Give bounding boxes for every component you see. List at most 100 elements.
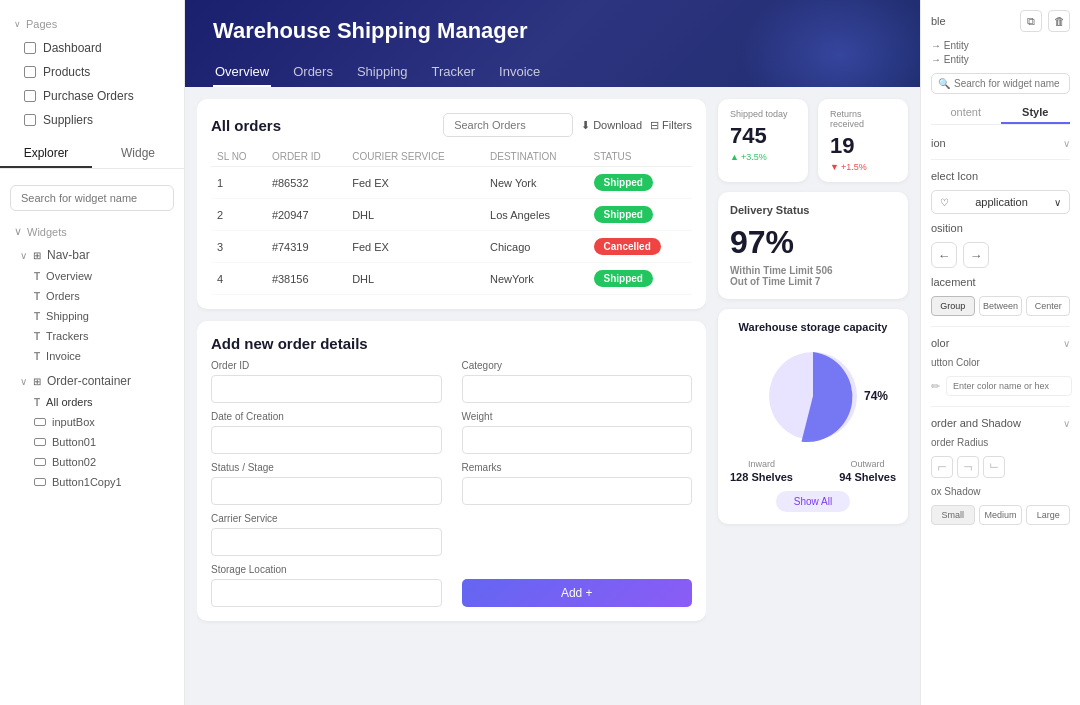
copy-button[interactable]: ⧉: [1020, 10, 1042, 32]
order-container-section[interactable]: ∨ ⊞ Order-container: [0, 370, 184, 392]
tab-content[interactable]: ontent: [931, 102, 1001, 124]
cell-destination: NewYork: [484, 263, 587, 295]
orders-table: Sl No ORDER ID COURIER SERVICE DESTINATI…: [211, 147, 692, 295]
shadow-medium[interactable]: Medium: [979, 505, 1023, 525]
show-all-button[interactable]: Show All: [776, 491, 850, 512]
tree-button01[interactable]: Button01: [0, 432, 184, 452]
col-slno: Sl No: [211, 147, 266, 167]
arrow-right-button[interactable]: →: [963, 242, 989, 268]
tree-invoice[interactable]: T Invoice: [0, 346, 184, 366]
all-orders-header: All orders ⬇ Download ⊟ Filters: [211, 113, 692, 137]
shadow-small[interactable]: Small: [931, 505, 975, 525]
tree-button02[interactable]: Button02: [0, 452, 184, 472]
delivery-card: Delivery Status 97% Within Time Limit 50…: [718, 192, 908, 299]
widgets-section: ∨ Widgets: [0, 219, 184, 244]
entity-links: → Entity → Entity: [931, 40, 1070, 65]
form-category: Category: [462, 360, 693, 403]
center-button[interactable]: Center: [1026, 296, 1070, 316]
sidebar: ∨ Pages Dashboard Products Purchase Orde…: [0, 0, 185, 705]
heart-icon: ♡: [940, 197, 949, 208]
download-icon: ⬇: [581, 119, 590, 132]
sidebar-tabs: Explorer Widge: [0, 140, 184, 169]
nav-bar-section[interactable]: ∨ ⊞ Nav-bar: [0, 244, 184, 266]
search-widget-input[interactable]: [10, 185, 174, 211]
tab-style[interactable]: Style: [1001, 102, 1071, 124]
chevron-icon: ∨: [1063, 138, 1070, 149]
cell-orderid: #20947: [266, 199, 346, 231]
cell-orderid: #74319: [266, 231, 346, 263]
pages-section[interactable]: ∨ Pages: [0, 12, 184, 36]
input-remarks[interactable]: [462, 477, 693, 505]
rp-top-row: ble ⧉ 🗑: [931, 10, 1070, 32]
cell-courier: DHL: [346, 263, 484, 295]
form-carrier-service: Carrier Service: [211, 513, 442, 556]
cell-status: Shipped: [588, 263, 692, 295]
color-input-row: ✏: [931, 376, 1070, 396]
add-button[interactable]: Add +: [462, 579, 693, 607]
warehouse-card: Warehouse storage capacity 74% Inward 12…: [718, 309, 908, 524]
sidebar-item-dashboard[interactable]: Dashboard: [0, 36, 184, 60]
icon-select[interactable]: ♡ application ∨: [931, 190, 1070, 214]
nav-shipping[interactable]: Shipping: [355, 58, 410, 87]
t-icon-shipping: T: [34, 311, 40, 322]
tree-trackers[interactable]: T Trackers: [0, 326, 184, 346]
nav-tracker[interactable]: Tracker: [430, 58, 478, 87]
suppliers-icon: [24, 114, 36, 126]
search-orders-input[interactable]: [443, 113, 573, 137]
tree-orders[interactable]: T Orders: [0, 286, 184, 306]
input-carrier-service[interactable]: [211, 528, 442, 556]
nav-bar-icon: ⊞: [33, 250, 41, 261]
app-title: Warehouse Shipping Manager: [213, 18, 892, 44]
arrow-left-button[interactable]: ←: [931, 242, 957, 268]
add-order-title: Add new order details: [211, 335, 692, 352]
form-storage-location: Storage Location: [211, 564, 442, 607]
download-button[interactable]: ⬇ Download: [581, 119, 642, 132]
rp-tabs: ontent Style: [931, 102, 1070, 125]
group-button[interactable]: Group: [931, 296, 975, 316]
order-container-icon: ⊞: [33, 376, 41, 387]
form-order-id: Order ID: [211, 360, 442, 403]
shadow-large[interactable]: Large: [1026, 505, 1070, 525]
input-storage-location[interactable]: [211, 579, 442, 607]
between-button[interactable]: Between: [979, 296, 1023, 316]
tree-inputbox[interactable]: inputBox: [0, 412, 184, 432]
pages-chevron: ∨: [14, 19, 21, 29]
sidebar-item-purchase-orders[interactable]: Purchase Orders: [0, 84, 184, 108]
stats-row-top: Shipped today 745 ▲ +3.5% Returns receiv…: [718, 99, 908, 182]
filters-button[interactable]: ⊟ Filters: [650, 119, 692, 132]
delete-button[interactable]: 🗑: [1048, 10, 1070, 32]
tab-widget[interactable]: Widge: [92, 140, 184, 168]
input-category[interactable]: [462, 375, 693, 403]
tree-all-orders[interactable]: T All orders: [0, 392, 184, 412]
input-date-creation[interactable]: [211, 426, 442, 454]
rp-icon-group: ⧉ 🗑: [1020, 10, 1070, 32]
color-input[interactable]: [946, 376, 1072, 396]
tree-shipping[interactable]: T Shipping: [0, 306, 184, 326]
dashboard-icon: [24, 42, 36, 54]
rp-search-input[interactable]: [954, 78, 1063, 89]
sidebar-item-products[interactable]: Products: [0, 60, 184, 84]
expand-border-icon: ∨: [1063, 418, 1070, 429]
col-orderid: ORDER ID: [266, 147, 346, 167]
br-tl[interactable]: ⌐: [931, 456, 953, 478]
inward-shelves: Inward 128 Shelves: [730, 459, 793, 483]
sidebar-item-suppliers[interactable]: Suppliers: [0, 108, 184, 132]
nav-overview[interactable]: Overview: [213, 58, 271, 87]
rect-icon-inputbox: [34, 418, 46, 426]
nav-orders[interactable]: Orders: [291, 58, 335, 87]
t-icon-trackers: T: [34, 331, 40, 342]
input-weight[interactable]: [462, 426, 693, 454]
br-bl[interactable]: ⌐: [983, 456, 1005, 478]
tree-overview[interactable]: T Overview: [0, 266, 184, 286]
nav-invoice[interactable]: Invoice: [497, 58, 542, 87]
table-row: 2 #20947 DHL Los Angeles Shipped: [211, 199, 692, 231]
input-status-stage[interactable]: [211, 477, 442, 505]
tree-button1copy1[interactable]: Button1Copy1: [0, 472, 184, 492]
br-tr[interactable]: ⌐: [957, 456, 979, 478]
orders-panel: All orders ⬇ Download ⊟ Filters: [197, 99, 706, 693]
chevron-down-icon: ∨: [14, 225, 22, 238]
input-order-id[interactable]: [211, 375, 442, 403]
placement-group: Group Between Center: [931, 296, 1070, 316]
table-row: 4 #38156 DHL NewYork Shipped: [211, 263, 692, 295]
tab-explorer[interactable]: Explorer: [0, 140, 92, 168]
